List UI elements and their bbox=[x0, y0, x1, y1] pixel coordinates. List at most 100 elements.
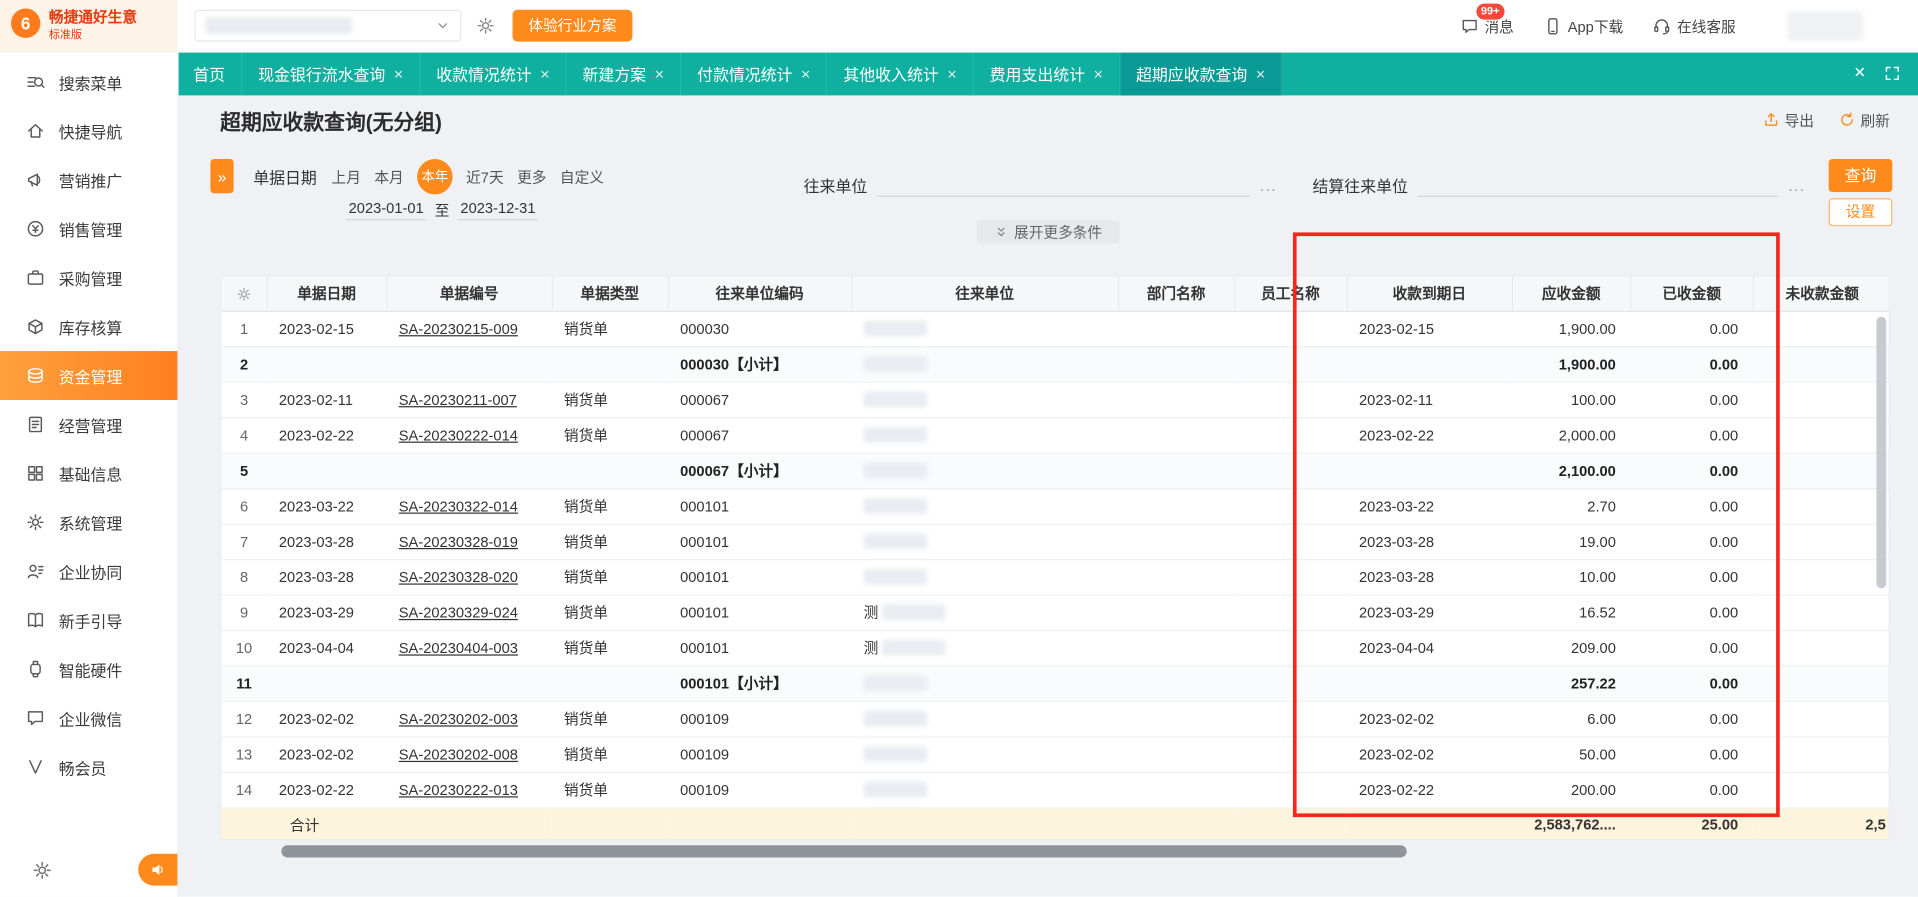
online-service-button[interactable]: 在线客服 bbox=[1653, 15, 1736, 36]
table-row[interactable]: 4 2023-02-22 SA-20230222-014 销货单 000067 … bbox=[221, 417, 1889, 454]
table-row[interactable]: 10 2023-04-04 SA-20230404-003 销货单 000101… bbox=[221, 629, 1889, 667]
date-from-field[interactable]: 2023-01-01 bbox=[346, 199, 427, 221]
table-row[interactable]: 12 2023-02-02 SA-20230202-003 销货单 000109… bbox=[221, 700, 1889, 737]
tab[interactable]: 其他收入统计 × bbox=[827, 51, 974, 96]
sidebar-settings-gear-icon[interactable] bbox=[32, 859, 53, 880]
sidebar: 搜索菜单 快捷导航 营销推广 销售管理 采购管理 库存核算 资金管理 经营管理 … bbox=[0, 51, 179, 897]
sidebar-item[interactable]: 系统管理 bbox=[0, 498, 177, 547]
sidebar-item[interactable]: 搜索菜单 bbox=[0, 57, 177, 106]
close-tabs-icon[interactable]: × bbox=[1854, 63, 1865, 84]
sidebar-item[interactable]: 资金管理 bbox=[0, 351, 178, 400]
settings-button[interactable]: 设置 bbox=[1828, 198, 1893, 227]
expand-more-conditions-button[interactable]: 展开更多条件 bbox=[976, 220, 1120, 244]
topbar-gear-icon[interactable] bbox=[476, 16, 496, 36]
experience-plan-button[interactable]: 体验行业方案 bbox=[512, 9, 633, 42]
settle-partner-lookup-button[interactable]: ... bbox=[1788, 176, 1805, 197]
col-unreceived[interactable]: 未收款金额 bbox=[1752, 276, 1889, 312]
date-range-chip[interactable]: 自定义 bbox=[560, 166, 604, 187]
tab[interactable]: 费用支出统计 × bbox=[974, 51, 1121, 96]
tab-close-icon[interactable]: × bbox=[1094, 65, 1103, 81]
tab[interactable]: 现金银行流水查询 × bbox=[242, 51, 421, 96]
table-row[interactable]: 7 2023-03-28 SA-20230328-019 销货单 000101 … bbox=[221, 523, 1889, 560]
tab-close-icon[interactable]: × bbox=[947, 65, 956, 81]
sidebar-item[interactable]: 基础信息 bbox=[0, 449, 177, 498]
partner-input[interactable] bbox=[877, 169, 1251, 197]
doc-number-link[interactable]: SA-20230211-007 bbox=[399, 391, 517, 408]
col-receivable[interactable]: 应收金额 bbox=[1511, 276, 1632, 312]
sidebar-item[interactable]: 企业微信 bbox=[0, 694, 177, 743]
col-doc-date[interactable]: 单据日期 bbox=[266, 276, 388, 312]
horizontal-scrollbar-track[interactable] bbox=[220, 845, 1890, 858]
table-row[interactable]: 5 000067【小计】 2,100.00 0.00 bbox=[221, 452, 1889, 489]
col-department[interactable]: 部门名称 bbox=[1118, 276, 1235, 312]
sidebar-item[interactable]: 新手引导 bbox=[0, 596, 177, 645]
col-received[interactable]: 已收金额 bbox=[1630, 276, 1754, 312]
sidebar-item[interactable]: 经营管理 bbox=[0, 400, 177, 449]
col-partner[interactable]: 往来单位 bbox=[851, 276, 1119, 312]
table-row[interactable]: 13 2023-02-02 SA-20230202-008 销货单 000109… bbox=[221, 736, 1889, 773]
voice-assistant-button[interactable] bbox=[138, 853, 178, 886]
doc-number-link[interactable]: SA-20230404-003 bbox=[399, 639, 518, 656]
tab-close-icon[interactable]: × bbox=[540, 65, 549, 81]
table-row[interactable]: 9 2023-03-29 SA-20230329-024 销货单 000101 … bbox=[221, 594, 1889, 631]
doc-number-link[interactable]: SA-20230202-003 bbox=[399, 710, 518, 727]
expand-filter-panel-button[interactable]: » bbox=[210, 159, 234, 194]
table-row[interactable]: 8 2023-03-28 SA-20230328-020 销货单 000101 … bbox=[221, 559, 1889, 596]
sidebar-item[interactable]: 库存核算 bbox=[0, 302, 177, 351]
doc-number-link[interactable]: SA-20230328-020 bbox=[399, 568, 518, 585]
organization-select[interactable] bbox=[194, 9, 462, 42]
sidebar-item[interactable]: 畅会员 bbox=[0, 742, 177, 791]
tab[interactable]: 付款情况统计 × bbox=[681, 51, 828, 96]
column-settings-header[interactable] bbox=[221, 276, 268, 312]
tab-close-icon[interactable]: × bbox=[655, 65, 664, 81]
messages-button[interactable]: 99+ 消息 bbox=[1460, 1, 1514, 36]
tab[interactable]: 超期应收款查询 × bbox=[1120, 51, 1283, 96]
date-range-chip[interactable]: 本月 bbox=[374, 166, 403, 187]
doc-number-link[interactable]: SA-20230329-024 bbox=[399, 604, 518, 621]
vertical-scrollbar[interactable] bbox=[1876, 316, 1887, 589]
doc-number-link[interactable]: SA-20230222-013 bbox=[399, 781, 518, 798]
date-range-chip[interactable]: 本年 bbox=[417, 158, 453, 194]
table-row[interactable]: 1 2023-02-15 SA-20230215-009 销货单 000030 … bbox=[221, 310, 1889, 347]
date-range-chip[interactable]: 更多 bbox=[517, 166, 546, 187]
col-employee[interactable]: 员工名称 bbox=[1234, 276, 1348, 312]
doc-number-link[interactable]: SA-20230215-009 bbox=[399, 320, 518, 337]
doc-number-link[interactable]: SA-20230222-014 bbox=[399, 426, 518, 443]
tab[interactable]: 新建方案 × bbox=[567, 51, 682, 96]
table-row[interactable]: 11 000101【小计】 257.22 0.00 bbox=[221, 665, 1889, 702]
doc-number-link[interactable]: SA-20230202-008 bbox=[399, 746, 518, 763]
export-button[interactable]: 导出 bbox=[1763, 109, 1814, 130]
tab-close-icon[interactable]: × bbox=[1256, 65, 1265, 81]
refresh-button[interactable]: 刷新 bbox=[1838, 109, 1890, 130]
date-range-chip[interactable]: 近7天 bbox=[466, 166, 504, 187]
doc-number-link[interactable]: SA-20230322-014 bbox=[399, 497, 518, 514]
sidebar-item[interactable]: 智能硬件 bbox=[0, 645, 177, 694]
fullscreen-icon[interactable] bbox=[1884, 65, 1901, 82]
date-range-chip[interactable]: 上月 bbox=[332, 166, 361, 187]
search-button[interactable]: 查询 bbox=[1828, 159, 1893, 193]
tab[interactable]: 收款情况统计 × bbox=[420, 51, 567, 96]
date-to-field[interactable]: 2023-12-31 bbox=[457, 199, 538, 221]
tab-close-icon[interactable]: × bbox=[801, 65, 810, 81]
sidebar-item[interactable]: 营销推广 bbox=[0, 155, 177, 204]
sidebar-item[interactable]: 快捷导航 bbox=[0, 106, 177, 155]
table-row[interactable]: 3 2023-02-11 SA-20230211-007 销货单 000067 … bbox=[221, 381, 1889, 418]
sidebar-item[interactable]: 企业协同 bbox=[0, 547, 177, 596]
settle-partner-input[interactable] bbox=[1417, 169, 1779, 197]
col-due-date[interactable]: 收款到期日 bbox=[1346, 276, 1513, 312]
sidebar-item[interactable]: 销售管理 bbox=[0, 204, 177, 253]
table-row[interactable]: 2 000030【小计】 1,900.00 0.00 bbox=[221, 346, 1889, 383]
table-row[interactable]: 6 2023-03-22 SA-20230322-014 销货单 000101 … bbox=[221, 488, 1889, 525]
col-partner-code[interactable]: 往来单位编码 bbox=[667, 276, 852, 312]
tab-close-icon[interactable]: × bbox=[394, 65, 403, 81]
cell-doc-date: 2023-03-22 bbox=[266, 488, 387, 525]
partner-lookup-button[interactable]: ... bbox=[1260, 176, 1277, 197]
doc-number-link[interactable]: SA-20230328-019 bbox=[399, 533, 518, 550]
col-doc-type[interactable]: 单据类型 bbox=[551, 276, 669, 312]
tab[interactable]: 首页 × bbox=[177, 51, 243, 96]
table-row[interactable]: 14 2023-02-22 SA-20230222-013 销货单 000109… bbox=[221, 771, 1889, 808]
sidebar-item[interactable]: 采购管理 bbox=[0, 253, 177, 302]
col-doc-number[interactable]: 单据编号 bbox=[386, 276, 553, 312]
app-download-button[interactable]: App下载 bbox=[1543, 15, 1623, 36]
horizontal-scrollbar-thumb[interactable] bbox=[281, 845, 1407, 858]
